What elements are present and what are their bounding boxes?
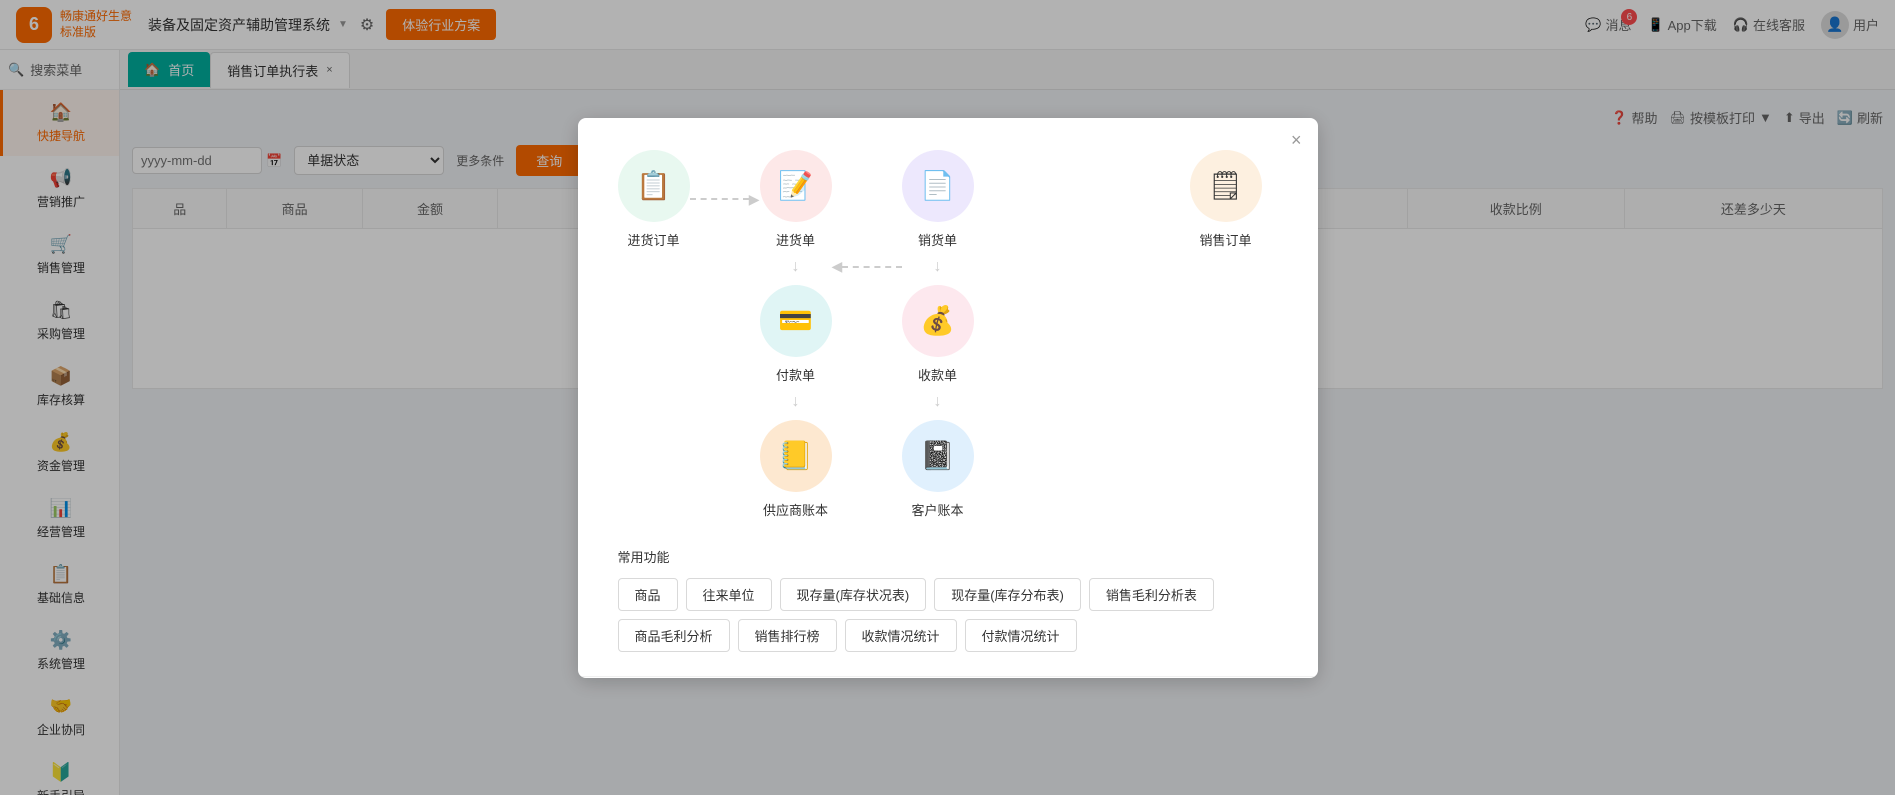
modal-close-button[interactable]: × xyxy=(1291,130,1302,151)
flow-node-supplier-ledger: 📒 供应商账本 xyxy=(760,420,832,519)
common-functions-title: 常用功能 xyxy=(618,547,1278,566)
arrow-sales-order-to-bill: ◀ xyxy=(832,258,902,275)
arrow-down-purchase: ↓ xyxy=(792,249,800,285)
arrow-down-sales: ↓ xyxy=(934,249,942,285)
func-button[interactable]: 销售毛利分析表 xyxy=(1089,578,1214,611)
arrow-purchase-order-to-bill: ▶ xyxy=(690,191,760,208)
flow-node-payment: 💳 付款单 xyxy=(760,285,832,384)
modal-overlay[interactable]: × 📋 进货订单 ▶ 📝 进货单 xyxy=(0,0,1895,795)
func-buttons: 商品往来单位现存量(库存状况表)现存量(库存分布表)销售毛利分析表商品毛利分析销… xyxy=(618,578,1278,652)
flow-node-sales-bill: 📄 销货单 xyxy=(902,150,974,249)
func-button[interactable]: 商品 xyxy=(618,578,678,611)
flow-node-purchase-bill: 📝 进货单 xyxy=(760,150,832,249)
flow-node-purchase-order: 📋 进货订单 xyxy=(618,150,690,249)
arrow-down-receipt: ↓ xyxy=(934,384,942,420)
common-functions: 常用功能 商品往来单位现存量(库存状况表)现存量(库存分布表)销售毛利分析表商品… xyxy=(618,547,1278,652)
func-button[interactable]: 商品毛利分析 xyxy=(618,619,730,652)
modal-box: × 📋 进货订单 ▶ 📝 进货单 xyxy=(578,118,1318,678)
flow-node-sales-order-overlay: 🗒 销售订单 xyxy=(1190,150,1262,249)
modal-scrollbar: ◀ ▶ xyxy=(578,676,1318,678)
flow-node-receipt: 💰 收款单 xyxy=(902,285,974,384)
flow-node-customer-ledger: 📓 客户账本 xyxy=(902,420,974,519)
func-button[interactable]: 现存量(库存分布表) xyxy=(934,578,1081,611)
func-button[interactable]: 现存量(库存状况表) xyxy=(780,578,927,611)
func-button[interactable]: 销售排行榜 xyxy=(738,619,837,652)
arrow-down-payment: ↓ xyxy=(792,384,800,420)
func-button[interactable]: 往来单位 xyxy=(686,578,772,611)
func-button[interactable]: 付款情况统计 xyxy=(965,619,1077,652)
func-button[interactable]: 收款情况统计 xyxy=(845,619,957,652)
